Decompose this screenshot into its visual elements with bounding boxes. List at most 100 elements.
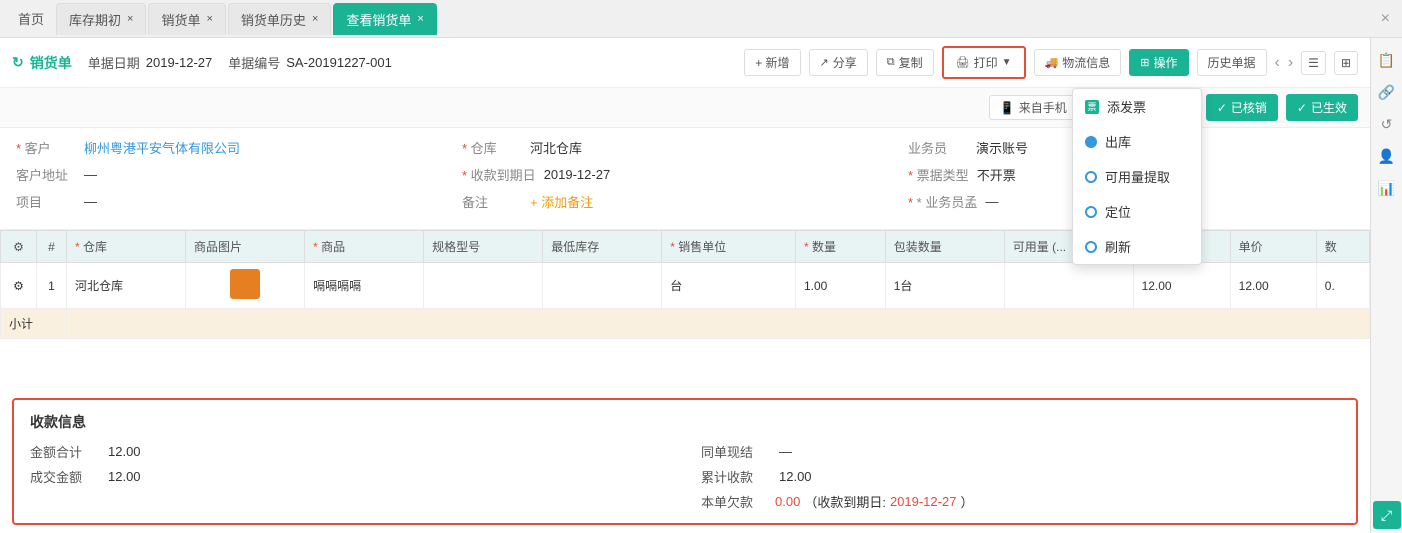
tab-home-label: 首页 xyxy=(18,9,44,28)
effect-label: 已生效 xyxy=(1311,99,1347,116)
tab-view-sales-close[interactable]: × xyxy=(417,13,423,25)
sidebar-icon-1[interactable]: 📋 xyxy=(1373,46,1401,74)
operation-label: 操作 xyxy=(1153,54,1177,71)
due-date-value: 2019-12-27 xyxy=(544,167,611,182)
col-quantity: 数量 xyxy=(795,231,885,263)
due-date-group: 收款到期日 2019-12-27 xyxy=(462,165,908,184)
effect-check-icon: ✓ xyxy=(1297,101,1307,115)
project-value: — xyxy=(84,194,97,209)
address-value: — xyxy=(84,167,97,182)
customer-label: 客户 xyxy=(16,138,76,157)
col-image: 商品图片 xyxy=(186,231,305,263)
refresh-label: 刷新 xyxy=(1105,237,1131,256)
customer-value[interactable]: 柳州粤港平安气体有限公司 xyxy=(84,138,240,157)
form-header: ↻ 销货单 单据日期 2019-12-27 单据编号 SA-20191227-0… xyxy=(0,38,1370,88)
tab-view-sales[interactable]: 查看销货单 × xyxy=(333,3,436,35)
ticket-value: 不开票 xyxy=(977,165,1016,184)
outbound-icon xyxy=(1085,136,1097,148)
payment-owe-label: 本单欠款 xyxy=(701,492,771,511)
row-gear[interactable]: ⚙ xyxy=(1,263,37,309)
operation-button[interactable]: ⊞ 操作 xyxy=(1129,49,1188,76)
payment-cumulative: 累计收款 12.00 xyxy=(701,467,1340,486)
row-pack-qty: 1台 xyxy=(885,263,1004,309)
sidebar-icon-5[interactable]: 📊 xyxy=(1373,174,1401,202)
payment-total-value: 12.00 xyxy=(108,444,141,459)
tab-home[interactable]: 首页 xyxy=(8,3,54,35)
row-spec xyxy=(424,263,543,309)
tab-sales-history-close[interactable]: × xyxy=(312,13,318,25)
row-product: 嗝嗝嗝嗝 xyxy=(305,263,424,309)
staff-label: 业务员 xyxy=(908,138,968,157)
row-stock: 12.00 xyxy=(1133,263,1230,309)
tab-sales-history[interactable]: 销货单历史 × xyxy=(228,3,331,35)
outbound-label: 出库 xyxy=(1105,132,1131,151)
form-number-group: 单据编号 SA-20191227-001 xyxy=(228,53,392,72)
sold-label: 已核销 xyxy=(1231,99,1267,116)
tab-bar: 首页 库存期初 × 销货单 × 销货单历史 × 查看销货单 × × xyxy=(0,0,1402,38)
tab-sales[interactable]: 销货单 × xyxy=(148,3,225,35)
from-phone-button[interactable]: 📱 来自手机 xyxy=(989,95,1078,120)
dropdown-refresh[interactable]: 刷新 xyxy=(1073,229,1201,264)
payment-same-order-label: 同单现结 xyxy=(701,442,771,461)
copy-label: 复制 xyxy=(899,54,923,71)
sold-button[interactable]: ✓ 已核销 xyxy=(1206,94,1278,121)
sidebar-icon-2[interactable]: 🔗 xyxy=(1373,78,1401,106)
ticket-label: 票据类型 xyxy=(908,165,969,184)
sales-staff-label: * 业务员孟 xyxy=(908,192,977,211)
nav-prev-icon[interactable]: ‹ xyxy=(1275,54,1280,72)
row-image xyxy=(186,263,305,309)
address-group: 客户地址 — xyxy=(16,165,462,184)
form-date-label: 单据日期 xyxy=(88,53,140,72)
copy-button[interactable]: ⧉ 复制 xyxy=(876,49,934,76)
effect-button[interactable]: ✓ 已生效 xyxy=(1286,94,1358,121)
dropdown-outbound[interactable]: 出库 xyxy=(1073,124,1201,159)
print-highlight-box: 🖨 打印 ▼ xyxy=(942,46,1026,79)
add-invoice-icon: 票 xyxy=(1085,100,1099,114)
tab-inventory[interactable]: 库存期初 × xyxy=(56,3,146,35)
dropdown-add-invoice[interactable]: 票 添发票 xyxy=(1073,89,1201,124)
view-mode-list[interactable]: ☰ xyxy=(1301,51,1326,75)
print-button[interactable]: 🖨 打印 ▼ xyxy=(946,50,1022,75)
col-unit: 销售单位 xyxy=(662,231,796,263)
subtotal-row: 小计 xyxy=(1,309,1370,339)
project-group: 项目 — xyxy=(16,192,462,211)
note-group: 备注 + 添加备注 xyxy=(462,192,908,211)
row-available xyxy=(1004,263,1133,309)
locate-label: 定位 xyxy=(1105,202,1131,221)
col-num: # xyxy=(37,231,67,263)
warehouse-value: 河北仓库 xyxy=(530,138,582,157)
tab-inventory-label: 库存期初 xyxy=(69,10,121,29)
view-mode-grid[interactable]: ⊞ xyxy=(1334,51,1358,75)
col-product: 商品 xyxy=(305,231,424,263)
locate-icon xyxy=(1085,206,1097,218)
payment-owe-note: （收款到期日: xyxy=(804,492,886,511)
history-button[interactable]: 历史单据 xyxy=(1197,49,1267,76)
payment-same-order-value: — xyxy=(779,444,792,459)
due-date-label: 收款到期日 xyxy=(462,165,536,184)
payment-owe-value: 0.00 xyxy=(775,494,800,509)
tab-sales-close[interactable]: × xyxy=(206,13,212,25)
project-label: 项目 xyxy=(16,192,76,211)
print-label: 打印 xyxy=(974,54,998,71)
sidebar-icon-expand[interactable]: ⤢ xyxy=(1373,501,1401,529)
new-button[interactable]: + 新增 xyxy=(744,49,800,76)
add-note-button[interactable]: + 添加备注 xyxy=(530,192,593,211)
sidebar-icon-3[interactable]: ↺ xyxy=(1373,110,1401,138)
logistics-button[interactable]: 🚚 物流信息 xyxy=(1034,49,1122,76)
form-number-value: SA-20191227-001 xyxy=(286,55,392,70)
share-button[interactable]: ↗ 分享 xyxy=(809,49,868,76)
window-close-button[interactable]: × xyxy=(1377,6,1394,32)
note-label: 备注 xyxy=(462,192,522,211)
dropdown-locate[interactable]: 定位 xyxy=(1073,194,1201,229)
table-row: ⚙ 1 河北仓库 嗝嗝嗝嗝 台 1.00 1台 12.00 xyxy=(1,263,1370,309)
tab-inventory-close[interactable]: × xyxy=(127,13,133,25)
sidebar-icon-4[interactable]: 👤 xyxy=(1373,142,1401,170)
payment-cumulative-value: 12.00 xyxy=(779,469,812,484)
payment-same-order: 同单现结 — xyxy=(701,442,1340,461)
nav-next-icon[interactable]: › xyxy=(1288,54,1293,72)
dropdown-available-extract[interactable]: 可用量提取 xyxy=(1073,159,1201,194)
payment-owe-group: 本单欠款 0.00 （收款到期日: 2019-12-27 ） xyxy=(701,492,1340,511)
print-dropdown-arrow[interactable]: ▼ xyxy=(1002,57,1012,68)
form-number-label: 单据编号 xyxy=(228,53,280,72)
row-quantity: 1.00 xyxy=(795,263,885,309)
